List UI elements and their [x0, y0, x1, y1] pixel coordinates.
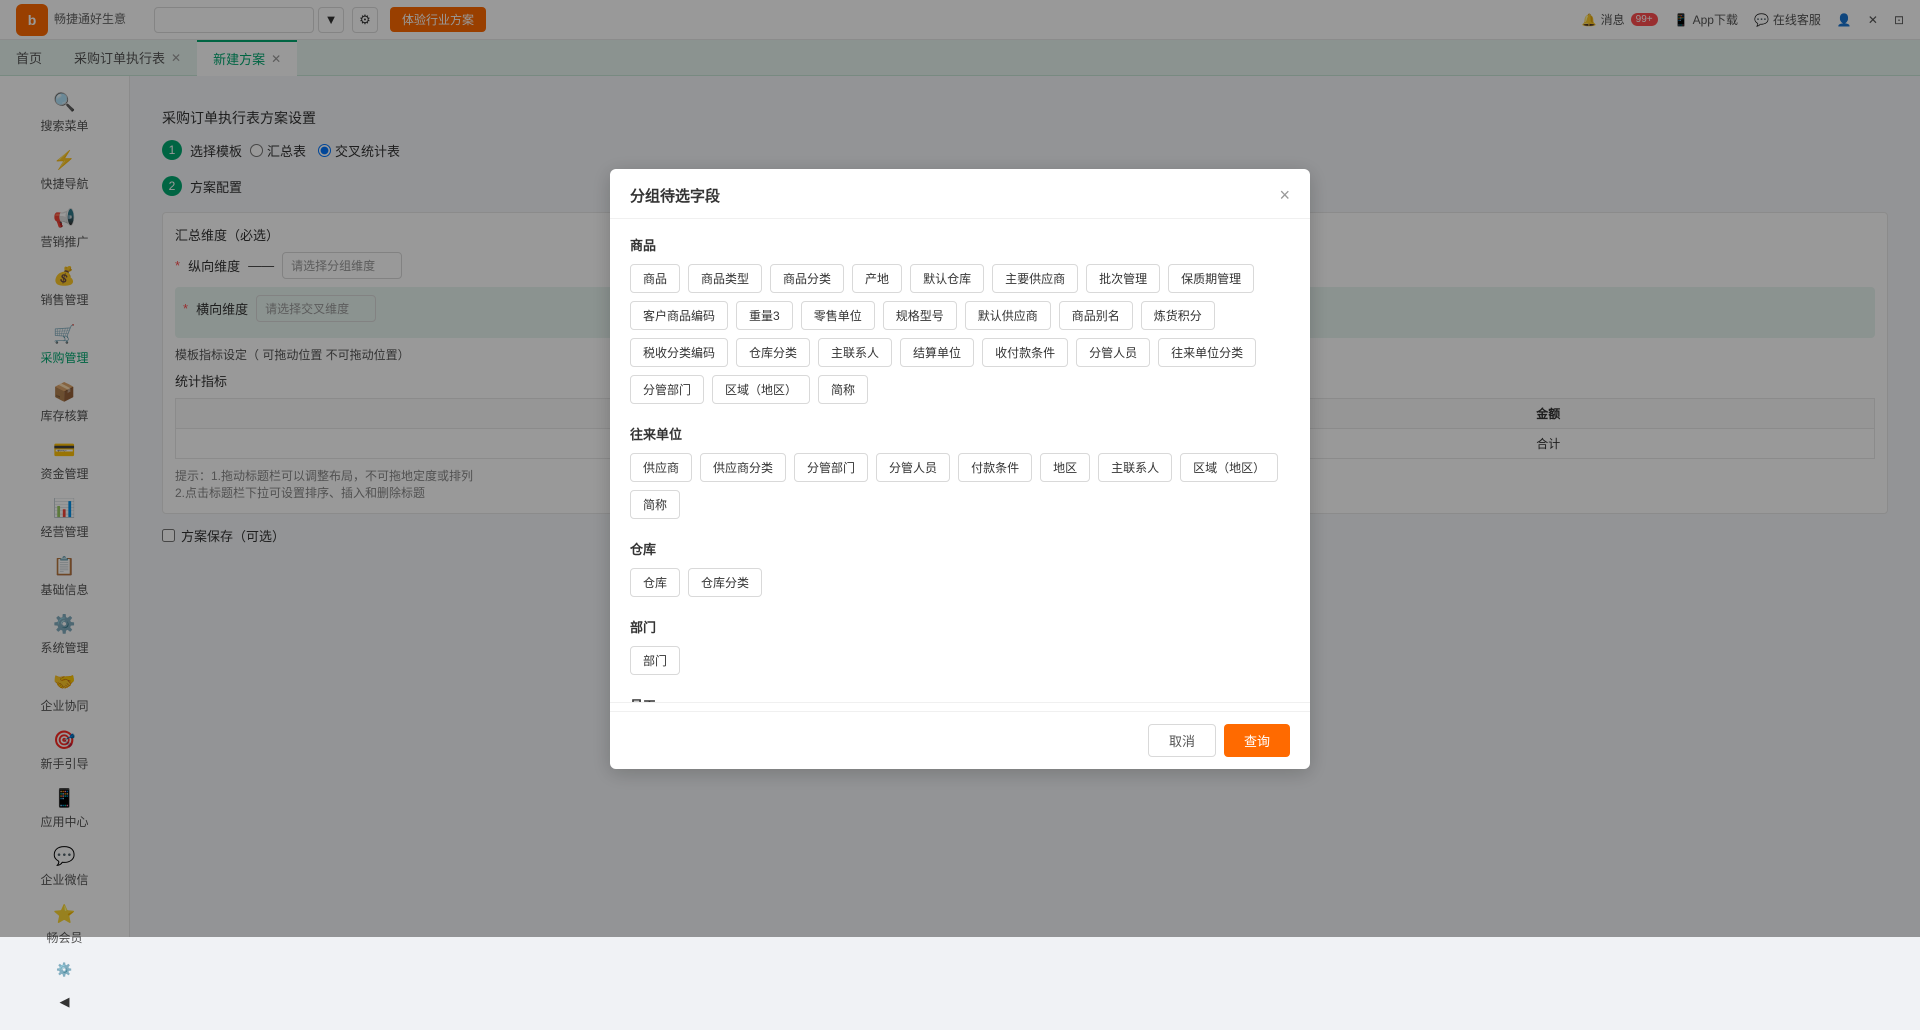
- field-tag[interactable]: 区域（地区）: [1180, 453, 1278, 482]
- field-tag[interactable]: 保质期管理: [1168, 264, 1254, 293]
- field-tag[interactable]: 商品分类: [770, 264, 844, 293]
- section-employee: 员工 业务员: [630, 695, 1290, 702]
- field-tag[interactable]: 仓库分类: [736, 338, 810, 367]
- modal-scrollbar-x[interactable]: [610, 702, 1310, 711]
- modal-overlay: 分组待选字段 × 商品 商品 商品类型 商品分类 产地 默认仓库 主要供应商 批…: [0, 0, 1920, 937]
- field-tag[interactable]: 主要供应商: [992, 264, 1078, 293]
- field-tag[interactable]: 税收分类编码: [630, 338, 728, 367]
- section-goods-fields: 商品 商品类型 商品分类 产地 默认仓库 主要供应商 批次管理 保质期管理 客户…: [630, 264, 1290, 404]
- field-tag[interactable]: 默认仓库: [910, 264, 984, 293]
- field-tag[interactable]: 客户商品编码: [630, 301, 728, 330]
- field-tag[interactable]: 重量3: [736, 301, 793, 330]
- field-tag[interactable]: 炼货积分: [1141, 301, 1215, 330]
- field-tag[interactable]: 商品别名: [1059, 301, 1133, 330]
- field-tag[interactable]: 往来单位分类: [1158, 338, 1256, 367]
- field-tag[interactable]: 地区: [1040, 453, 1090, 482]
- section-warehouse-fields: 仓库 仓库分类: [630, 568, 1290, 597]
- section-department-title: 部门: [630, 617, 1290, 636]
- modal-close-icon[interactable]: ×: [1279, 186, 1290, 204]
- section-employee-title: 员工: [630, 695, 1290, 702]
- field-tag[interactable]: 付款条件: [958, 453, 1032, 482]
- section-department: 部门 部门: [630, 617, 1290, 675]
- sidebar-settings-btn[interactable]: ⚙️: [0, 954, 129, 986]
- field-tag[interactable]: 批次管理: [1086, 264, 1160, 293]
- field-tag[interactable]: 部门: [630, 646, 680, 675]
- field-tag[interactable]: 分管人员: [876, 453, 950, 482]
- sidebar-bottom: ⚙️ ◀: [0, 954, 129, 1030]
- section-goods: 商品 商品 商品类型 商品分类 产地 默认仓库 主要供应商 批次管理 保质期管理…: [630, 235, 1290, 404]
- field-tag[interactable]: 产地: [852, 264, 902, 293]
- field-tag[interactable]: 商品: [630, 264, 680, 293]
- field-tag[interactable]: 默认供应商: [965, 301, 1051, 330]
- field-tag[interactable]: 简称: [630, 490, 680, 519]
- cancel-button[interactable]: 取消: [1148, 724, 1216, 757]
- field-tag[interactable]: 简称: [818, 375, 868, 404]
- modal-body: 商品 商品 商品类型 商品分类 产地 默认仓库 主要供应商 批次管理 保质期管理…: [610, 219, 1310, 702]
- field-tag[interactable]: 仓库分类: [688, 568, 762, 597]
- field-tag[interactable]: 分管部门: [794, 453, 868, 482]
- section-warehouse-title: 仓库: [630, 539, 1290, 558]
- modal-title: 分组待选字段: [630, 185, 720, 206]
- field-tag[interactable]: 主联系人: [1098, 453, 1172, 482]
- field-tag[interactable]: 分管部门: [630, 375, 704, 404]
- section-goods-title: 商品: [630, 235, 1290, 254]
- section-partner: 往来单位 供应商 供应商分类 分管部门 分管人员 付款条件 地区 主联系人 区域…: [630, 424, 1290, 519]
- confirm-button[interactable]: 查询: [1224, 724, 1290, 757]
- sidebar-collapse-btn[interactable]: ◀: [0, 986, 129, 1018]
- section-department-fields: 部门: [630, 646, 1290, 675]
- section-warehouse: 仓库 仓库 仓库分类: [630, 539, 1290, 597]
- field-tag[interactable]: 仓库: [630, 568, 680, 597]
- field-tag[interactable]: 收付款条件: [982, 338, 1068, 367]
- section-partner-fields: 供应商 供应商分类 分管部门 分管人员 付款条件 地区 主联系人 区域（地区） …: [630, 453, 1290, 519]
- modal-header: 分组待选字段 ×: [610, 169, 1310, 219]
- modal-footer: 取消 查询: [610, 711, 1310, 769]
- field-tag[interactable]: 商品类型: [688, 264, 762, 293]
- section-partner-title: 往来单位: [630, 424, 1290, 443]
- field-tag[interactable]: 主联系人: [818, 338, 892, 367]
- field-tag[interactable]: 供应商: [630, 453, 692, 482]
- scroll-width-spacer: [630, 703, 1310, 704]
- field-tag[interactable]: 结算单位: [900, 338, 974, 367]
- field-select-modal: 分组待选字段 × 商品 商品 商品类型 商品分类 产地 默认仓库 主要供应商 批…: [610, 169, 1310, 769]
- field-tag[interactable]: 规格型号: [883, 301, 957, 330]
- field-tag[interactable]: 零售单位: [801, 301, 875, 330]
- field-tag[interactable]: 区域（地区）: [712, 375, 810, 404]
- field-tag[interactable]: 分管人员: [1076, 338, 1150, 367]
- field-tag[interactable]: 供应商分类: [700, 453, 786, 482]
